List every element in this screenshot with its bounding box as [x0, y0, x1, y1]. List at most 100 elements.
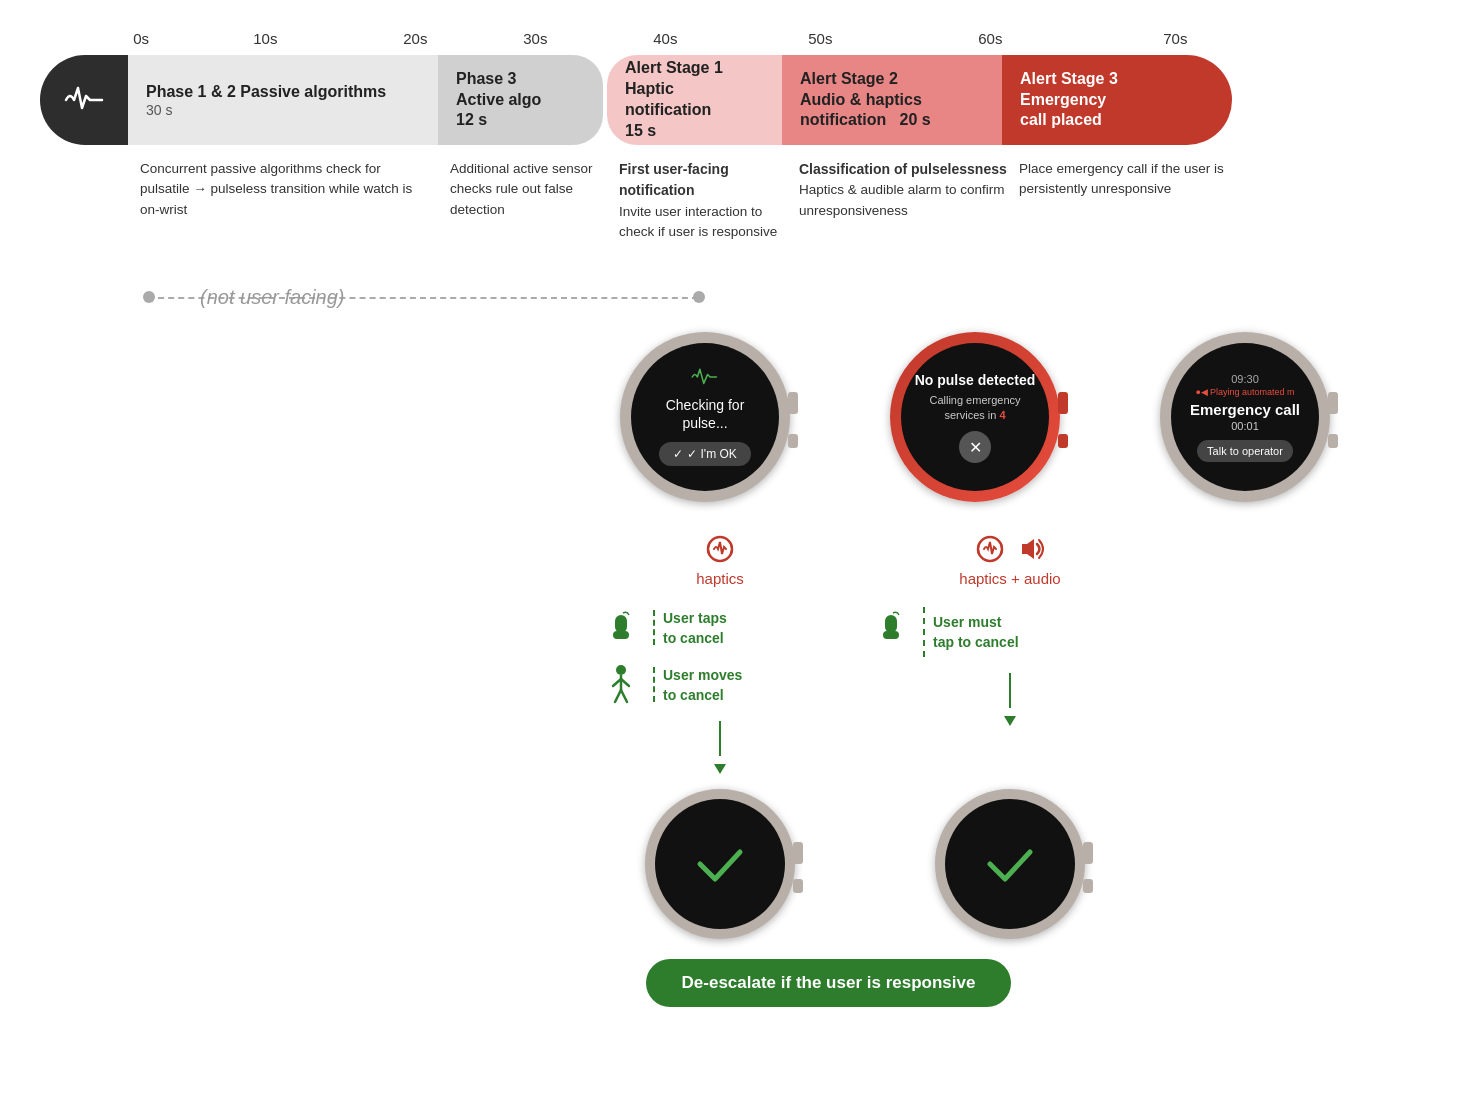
bottom-watch2-col [875, 789, 1145, 939]
svg-line-10 [621, 690, 627, 702]
desc-alert1: First user-facing notification Invite us… [619, 159, 799, 242]
cancel-tap-item: User tapsto cancel [605, 607, 835, 648]
alert3-title: Alert Stage 3Emergencycall placed [1020, 69, 1118, 131]
watch3-container: 09:30 ●◀ Playing automated m Emergency c… [1145, 332, 1345, 502]
time-label-50: 50s [808, 30, 978, 47]
phase2-title: Phase 3Active algo12 s [456, 69, 541, 131]
arrow-down-2 [875, 673, 1145, 708]
watch3-operator-button[interactable]: Talk to operator [1197, 440, 1293, 462]
time-label-0: 0s [133, 30, 193, 47]
watch1-button-label: ✓ I'm OK [687, 447, 737, 461]
watch1-heartrate-icon [691, 368, 719, 390]
time-label-20: 20s [403, 30, 523, 47]
bottom-watch1-check-icon [690, 834, 750, 894]
haptics-icons-1 [703, 532, 737, 566]
phase-block-5: Alert Stage 3Emergencycall placed [1002, 55, 1232, 145]
cancel-tap-text-1: User tapsto cancel [663, 607, 727, 648]
watch3-inner: 09:30 ●◀ Playing automated m Emergency c… [1171, 343, 1319, 491]
playing-text: Playing automated m [1210, 387, 1295, 397]
arrow-down-1 [605, 721, 835, 756]
desc-alert3: Place emergency call if the user is pers… [1019, 159, 1249, 242]
desc-phase1: Concurrent passive algorithms check for … [140, 159, 450, 242]
haptics-label-1: haptics [696, 570, 744, 587]
watch2-cross-icon: ✕ [969, 438, 982, 457]
time-label-70: 70s [1163, 30, 1187, 47]
bottom-watch2-check-icon [980, 834, 1040, 894]
bottom-watch1-outer [645, 789, 795, 939]
watch3-playing: ●◀ Playing automated m [1196, 387, 1295, 397]
cancel-must-tap-text: User musttap to cancel [933, 611, 1019, 652]
watch2-sub-text: Calling emergencyservices in 4 [929, 393, 1020, 424]
alert2-title: Alert Stage 2Audio & hapticsnotification… [800, 69, 931, 131]
desc-alert2-bold: Classification of pulselessness [799, 161, 1007, 177]
alert1-title: Alert Stage 1Haptic notification15 s [625, 58, 764, 141]
deescalate-button[interactable]: De-escalate if the user is responsive [646, 959, 1012, 1007]
watch3-title: Emergency call [1190, 401, 1300, 418]
cancel-col-1: User tapsto cancel User movesto cancel [605, 607, 835, 774]
haptics-watch-icon-2 [973, 532, 1007, 566]
cancel-row: User tapsto cancel User movesto cancel [40, 607, 1417, 774]
cancel-tap-item-2: User musttap to cancel [875, 607, 1145, 657]
watch1-outer: Checking for pulse... ✓ ✓ I'm OK [620, 332, 790, 502]
phase-block-1: Phase 1 & 2 Passive algorithms 30 s [128, 55, 438, 145]
phase-block-2: Phase 3Active algo12 s [438, 55, 603, 145]
person-move-icon [605, 664, 637, 704]
watch3-timer: 00:01 [1231, 420, 1259, 432]
svg-point-5 [616, 665, 626, 675]
not-user-facing-label: (not user facing) [200, 286, 345, 309]
svg-point-1 [978, 537, 1002, 561]
cancel-move-text: User movesto cancel [663, 664, 742, 705]
svg-point-0 [708, 537, 732, 561]
dashed-dot-right [693, 291, 705, 303]
haptics-col-2: haptics + audio [875, 532, 1145, 587]
phase-block-4: Alert Stage 2Audio & hapticsnotification… [782, 55, 1002, 145]
arrow-head-1 [605, 764, 835, 774]
watch2-container: No pulse detected Calling emergencyservi… [875, 332, 1075, 502]
bottom-watch2-inner [945, 799, 1075, 929]
watch2-cancel-button[interactable]: ✕ [959, 431, 991, 463]
watch1-button[interactable]: ✓ ✓ I'm OK [659, 442, 751, 466]
watch3-time: 09:30 [1231, 373, 1259, 385]
haptics-label-2: haptics + audio [959, 570, 1060, 587]
svg-rect-4 [613, 631, 629, 639]
watch1-container: Checking for pulse... ✓ ✓ I'm OK [605, 332, 805, 502]
arrow-head-2 [875, 716, 1145, 726]
svg-rect-3 [615, 615, 627, 633]
phase1-title: Phase 1 & 2 Passive algorithms [146, 82, 386, 103]
phase-icon-container [40, 55, 128, 145]
desc-alert2: Classification of pulselessness Haptics … [799, 159, 1019, 242]
haptics-col-1: haptics [605, 532, 835, 587]
cancel-col-2: User musttap to cancel [875, 607, 1145, 726]
bottom-watch1-col [605, 789, 835, 939]
desc-phase2: Additional active sensor checks rule out… [450, 159, 615, 242]
desc-alert1-bold: First user-facing notification [619, 161, 729, 198]
phase-block-3: Alert Stage 1Haptic notification15 s [607, 55, 782, 145]
time-label-40: 40s [653, 30, 808, 47]
phase1-sub: 30 s [146, 102, 386, 118]
watch2-alert-text: No pulse detected [915, 371, 1036, 389]
watch3-outer: 09:30 ●◀ Playing automated m Emergency c… [1160, 332, 1330, 502]
watch2-outer: No pulse detected Calling emergencyservi… [890, 332, 1060, 502]
haptics-row: haptics haptics + audio [40, 532, 1417, 587]
deescalate-row: De-escalate if the user is responsive [40, 959, 1417, 1007]
watches-row: Checking for pulse... ✓ ✓ I'm OK No puls… [40, 332, 1417, 502]
watch2-inner: No pulse detected Calling emergencyservi… [901, 343, 1049, 491]
tap-finger-icon-2 [875, 607, 907, 643]
watch1-inner: Checking for pulse... ✓ ✓ I'm OK [631, 343, 779, 491]
phases-bar: Phase 1 & 2 Passive algorithms 30 s Phas… [40, 55, 1417, 145]
time-label-60: 60s [978, 30, 1163, 47]
time-labels-row: 0s 10s 20s 30s 40s 50s 60s 70s [40, 30, 1417, 47]
bottom-watch1-inner [655, 799, 785, 929]
playing-icon: ●◀ [1196, 387, 1208, 397]
svg-rect-12 [883, 631, 899, 639]
svg-line-9 [615, 690, 621, 702]
time-label-30: 30s [523, 30, 653, 47]
haptics-icons-2 [973, 532, 1047, 566]
main-container: 0s 10s 20s 30s 40s 50s 60s 70s Phase 1 &… [0, 0, 1457, 1047]
bottom-watch2-outer [935, 789, 1085, 939]
bottom-watches-row [40, 789, 1417, 939]
not-user-facing-row: (not user facing) [40, 272, 1417, 322]
haptics-watch-icon-1 [703, 532, 737, 566]
description-row: Concurrent passive algorithms check for … [40, 159, 1417, 242]
tap-finger-icon-1 [605, 607, 637, 643]
